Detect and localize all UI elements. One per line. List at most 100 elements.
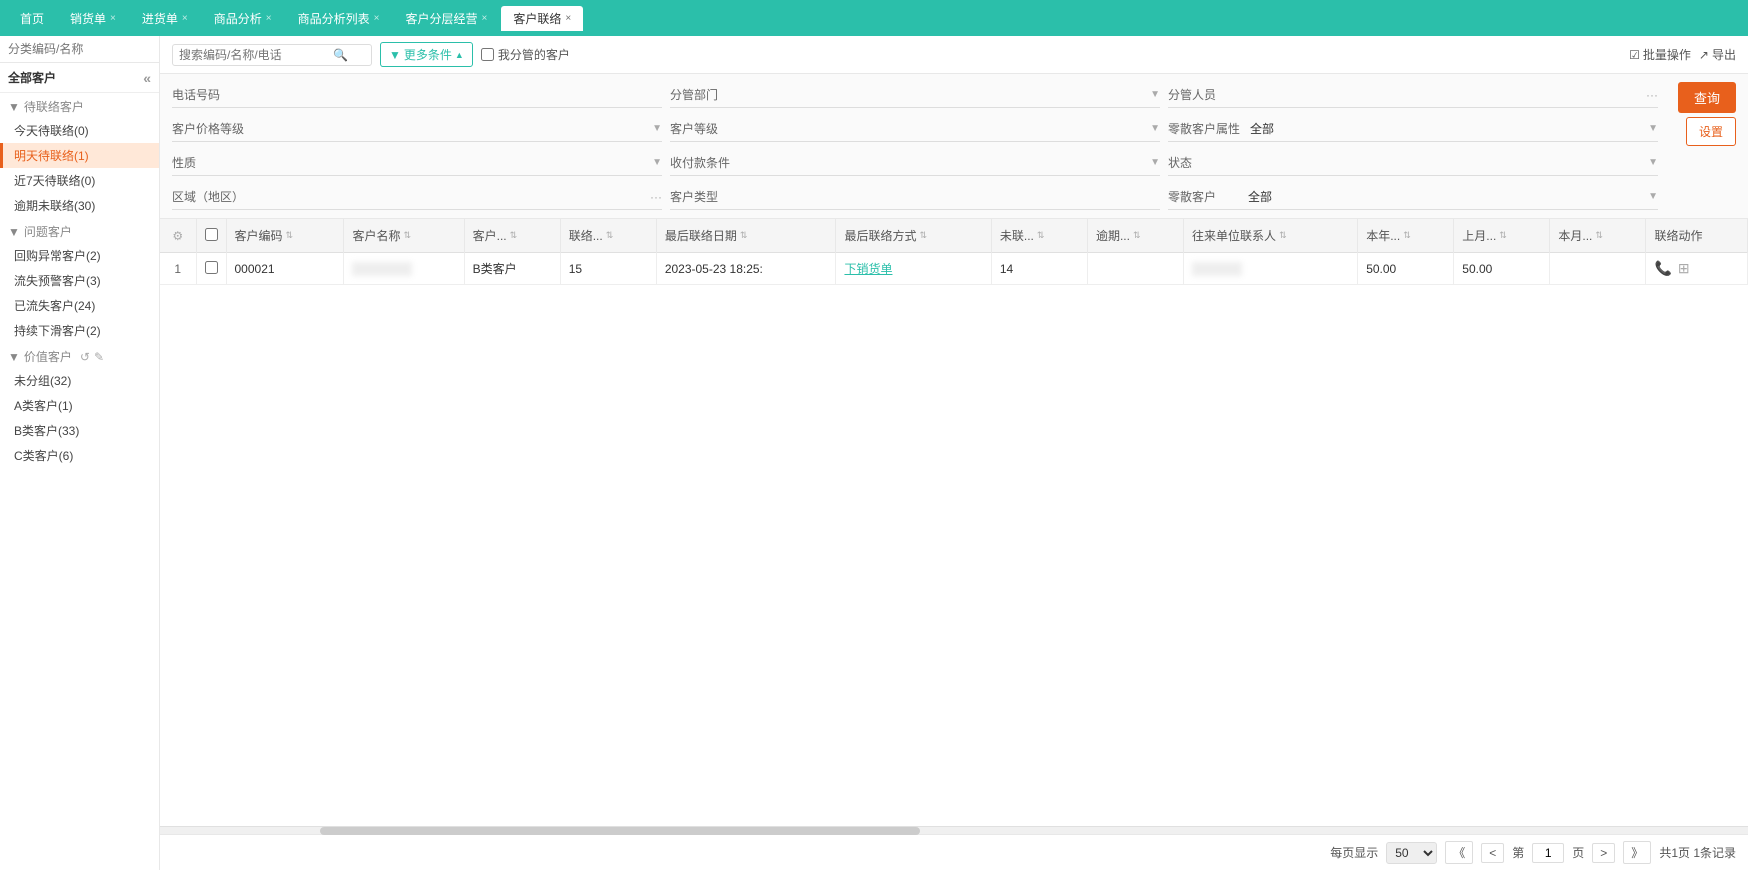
sidebar-item-tomorrow[interactable]: 明天待联络(1): [0, 143, 159, 168]
region-more-icon[interactable]: ···: [650, 190, 662, 204]
gear-icon[interactable]: ⚙: [172, 229, 183, 243]
nav-home-label: 首页: [20, 10, 44, 27]
phone-action-icon[interactable]: 📞: [1654, 260, 1671, 277]
td-overdue: [1087, 253, 1183, 285]
filter-nature-label: 性质: [172, 154, 242, 171]
nav-customer-contact-label: 客户联络: [513, 10, 561, 27]
batch-icon: ☑: [1629, 48, 1640, 62]
query-button[interactable]: 查询: [1678, 82, 1736, 113]
td-actions: 📞 ⊞: [1646, 253, 1748, 285]
per-page-select[interactable]: 50 100 200: [1386, 842, 1437, 864]
next-page-button[interactable]: >: [1592, 843, 1615, 863]
filter-row-4: 区域（地区） ··· 客户类型 零散客户 全部: [172, 184, 1658, 210]
manager-more-icon[interactable]: ···: [1646, 88, 1658, 102]
retail-customer-dropdown-icon[interactable]: ▼: [1648, 191, 1658, 202]
filter-customer-type: 客户类型: [670, 184, 1160, 210]
th-actions: 联络动作: [1646, 219, 1748, 253]
filter-phone-input[interactable]: [248, 88, 662, 102]
sidebar-item-class-a[interactable]: A类客户(1): [0, 393, 159, 418]
payment-dropdown-icon[interactable]: ▼: [1150, 157, 1160, 168]
sidebar-item-overdue[interactable]: 逾期未联络(30): [0, 193, 159, 218]
row-checkbox[interactable]: [205, 261, 218, 274]
nav-customer-segment-close[interactable]: ×: [481, 13, 487, 24]
sort-method-icon[interactable]: ⇅: [919, 230, 927, 241]
grid-action-icon[interactable]: ⊞: [1678, 260, 1690, 277]
sort-name-icon[interactable]: ⇅: [403, 230, 411, 241]
main-search-input[interactable]: [179, 48, 329, 62]
sidebar-item-class-c[interactable]: C类客户(6): [0, 443, 159, 468]
sidebar-section-pending: ▼ 待联络客户: [0, 93, 159, 118]
sidebar-item-churn-warning[interactable]: 流失预警客户(3): [0, 268, 159, 293]
sidebar-all-customers[interactable]: 全部客户 «: [0, 63, 159, 93]
more-filter-button[interactable]: ▼ 更多条件 ▲: [380, 42, 473, 67]
retail-attr-value: 全部: [1246, 120, 1642, 137]
nature-dropdown-icon[interactable]: ▼: [652, 157, 662, 168]
nav-product-analysis-close[interactable]: ×: [266, 13, 272, 24]
export-button[interactable]: ↗ 导出: [1699, 46, 1736, 63]
horizontal-scrollbar[interactable]: [160, 826, 1748, 834]
nav-home[interactable]: 首页: [8, 6, 56, 31]
sort-unlink-icon[interactable]: ⇅: [1037, 230, 1045, 241]
sort-person-icon[interactable]: ⇅: [1279, 230, 1287, 241]
filter-customer-type-label: 客户类型: [670, 188, 740, 205]
nav-customer-contact[interactable]: 客户联络 ×: [501, 6, 583, 31]
th-customer-name: 客户名称 ⇅: [344, 219, 464, 253]
filter-dept-label: 分管部门: [670, 86, 740, 103]
sidebar-search-input[interactable]: [8, 42, 160, 56]
sort-contact-icon[interactable]: ⇅: [606, 230, 614, 241]
nav-sales-order[interactable]: 销货单 ×: [58, 6, 128, 31]
nav-product-analysis[interactable]: 商品分析 ×: [202, 6, 284, 31]
filter-retail-attr: 零散客户属性 全部 ▼: [1168, 116, 1658, 142]
sidebar-item-7days[interactable]: 近7天待联络(0): [0, 168, 159, 193]
prev-page-button[interactable]: <: [1481, 843, 1504, 863]
main-search-icon[interactable]: 🔍: [333, 48, 348, 62]
sidebar-item-ungrouped[interactable]: 未分组(32): [0, 368, 159, 393]
customer-grade-dropdown-icon[interactable]: ▼: [1150, 123, 1160, 134]
sort-lmonth-icon[interactable]: ⇅: [1499, 230, 1507, 241]
nav-product-analysis-list-close[interactable]: ×: [374, 13, 380, 24]
nav-customer-segment-label: 客户分层经营: [405, 10, 477, 27]
sort-code-icon[interactable]: ⇅: [286, 230, 294, 241]
sidebar-item-churned[interactable]: 已流失客户(24): [0, 293, 159, 318]
nav-product-analysis-list[interactable]: 商品分析列表 ×: [286, 6, 392, 31]
filter-customer-type-input[interactable]: [746, 190, 1160, 204]
retail-attr-dropdown-icon[interactable]: ▼: [1648, 123, 1658, 134]
td-checkbox: [196, 253, 226, 285]
sort-date-icon[interactable]: ⇅: [740, 230, 748, 241]
last-page-button[interactable]: 》: [1623, 841, 1651, 864]
dept-dropdown-icon[interactable]: ▼: [1150, 89, 1160, 100]
sort-year-icon[interactable]: ⇅: [1403, 230, 1411, 241]
sidebar-item-repurchase[interactable]: 回购异常客户(2): [0, 243, 159, 268]
price-grade-dropdown-icon[interactable]: ▼: [652, 123, 662, 134]
value-refresh-icon[interactable]: ↺: [80, 350, 90, 364]
nav-customer-contact-close[interactable]: ×: [565, 13, 571, 24]
my-customers-checkbox[interactable]: [481, 48, 494, 61]
nav-sales-order-close[interactable]: ×: [110, 13, 116, 24]
section-value-tri: ▼: [8, 350, 20, 364]
page-number-input[interactable]: [1532, 843, 1564, 863]
table-header-row: ⚙ 客户编码 ⇅ 客户名称: [160, 219, 1748, 253]
advanced-filter: 电话号码 分管部门 ▼ 分管人员 ···: [160, 74, 1748, 219]
my-customers-label: 我分管的客户: [498, 46, 570, 63]
first-page-button[interactable]: 《: [1445, 841, 1473, 864]
settings-button[interactable]: 设置: [1686, 117, 1736, 146]
search-wrap: 🔍: [172, 44, 372, 66]
last-contact-method-link[interactable]: 下销货单: [844, 262, 892, 276]
filter-dept: 分管部门 ▼: [670, 82, 1160, 108]
sidebar-collapse-icon[interactable]: «: [143, 70, 151, 86]
sidebar-item-declining[interactable]: 持续下滑客户(2): [0, 318, 159, 343]
nav-purchase-order-close[interactable]: ×: [182, 13, 188, 24]
sort-type-icon[interactable]: ⇅: [510, 230, 518, 241]
sort-overdue-icon[interactable]: ⇅: [1133, 230, 1141, 241]
sidebar-item-today[interactable]: 今天待联络(0): [0, 118, 159, 143]
value-edit-icon[interactable]: ✎: [94, 350, 104, 364]
nav-purchase-order[interactable]: 进货单 ×: [130, 6, 200, 31]
sidebar-item-class-b[interactable]: B类客户(33): [0, 418, 159, 443]
nav-customer-segment[interactable]: 客户分层经营 ×: [393, 6, 499, 31]
scrollbar-thumb[interactable]: [320, 827, 920, 835]
status-dropdown-icon[interactable]: ▼: [1648, 157, 1658, 168]
my-customers-wrap: 我分管的客户: [481, 46, 570, 63]
sort-month-icon[interactable]: ⇅: [1595, 230, 1603, 241]
batch-operate-button[interactable]: ☑ 批量操作: [1629, 46, 1691, 63]
select-all-checkbox[interactable]: [205, 228, 218, 241]
